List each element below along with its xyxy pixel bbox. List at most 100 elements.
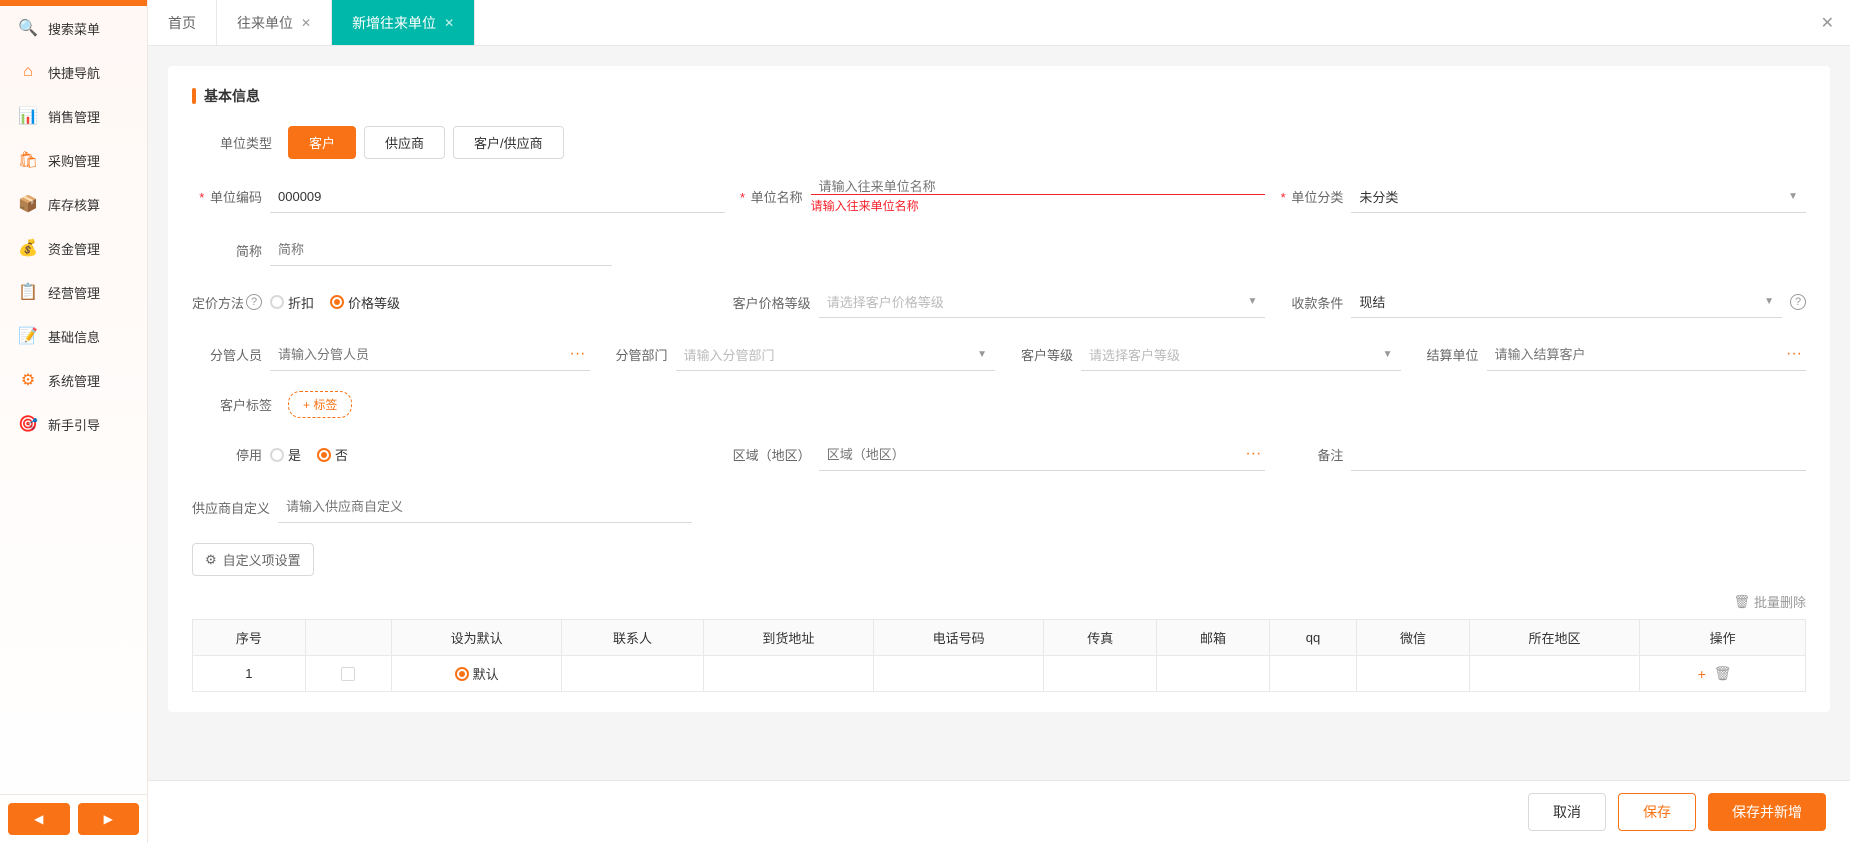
add-tag-btn[interactable]: + 标签 (288, 391, 352, 418)
manager-input[interactable] (270, 338, 566, 370)
radio-price-level[interactable]: 价格等级 (330, 293, 400, 312)
content-area: 基本信息 单位类型 客户 供应商 客户/供应商 * (148, 46, 1850, 780)
settlement-unit-input[interactable] (1487, 338, 1783, 370)
sidebar-item-quick-nav[interactable]: ⌂ 快捷导航 (0, 50, 147, 94)
supplier-custom-label: 供应商自定义 (192, 498, 270, 517)
custom-settings-label: 自定义项设置 (223, 550, 301, 569)
customer-tag-label: 客户标签 (192, 395, 272, 414)
col-checkbox (305, 620, 391, 656)
remark-field: 备注 (1273, 439, 1806, 471)
contact-table: 序号 设为默认 联系人 到货地址 电话号码 传真 邮箱 qq 微信 所在地区 操… (192, 619, 1806, 692)
region-label: 区域（地区） (733, 445, 811, 464)
tab-new-partner[interactable]: 新增往来单位 ✕ (332, 0, 475, 45)
supplier-custom-input[interactable] (278, 491, 692, 523)
payment-terms-arrow: ▼ (1764, 296, 1782, 307)
radio-disable-no[interactable]: 否 (317, 445, 348, 464)
manager-label: 分管人员 (192, 345, 262, 364)
remark-input[interactable] (1351, 439, 1806, 471)
batch-delete-label: 批量删除 (1754, 592, 1806, 611)
row-checkbox-cell (305, 656, 391, 692)
payment-help-icon[interactable]: ? (1790, 294, 1806, 310)
short-name-input[interactable] (270, 234, 612, 266)
cancel-button[interactable]: 取消 (1528, 793, 1606, 831)
sidebar-item-inventory[interactable]: 📦 库存核算 (0, 182, 147, 226)
tab-partners[interactable]: 往来单位 ✕ (217, 0, 332, 45)
save-new-button[interactable]: 保存并新增 (1708, 793, 1826, 831)
disable-label: 停用 (192, 445, 262, 464)
sidebar-item-system[interactable]: ⚙ 系统管理 (0, 358, 147, 402)
sidebar-item-finance[interactable]: 💰 资金管理 (0, 226, 147, 270)
row-add-btn[interactable]: + (1698, 666, 1706, 682)
sidebar-item-purchase[interactable]: 🛍 采购管理 (0, 138, 147, 182)
row-checkbox[interactable] (341, 667, 355, 681)
manager-more-btn[interactable]: ··· (566, 345, 590, 363)
purchase-icon: 🛍 (18, 150, 38, 170)
region-input[interactable] (819, 438, 1242, 470)
radio-price-level-circle (330, 295, 344, 309)
unit-category-select[interactable]: 未分类 ▼ (1351, 181, 1806, 213)
sidebar-item-basic-info[interactable]: 📝 基础信息 (0, 314, 147, 358)
disable-region-row: 停用 是 否 区域（地区） (192, 438, 1806, 471)
customer-tag-row: 客户标签 + 标签 (192, 391, 1806, 418)
radio-disable-yes-circle (270, 448, 284, 462)
pricing-help-icon[interactable]: ? (246, 294, 262, 310)
row-default-radio[interactable]: 默认 (404, 664, 549, 683)
unit-code-input[interactable] (270, 181, 725, 213)
row-delete-btn[interactable]: 🗑 (1714, 665, 1732, 682)
unit-category-star: * (1281, 190, 1286, 205)
sidebar-item-guide[interactable]: 🎯 新手引导 (0, 402, 147, 446)
tab-partners-close[interactable]: ✕ (301, 16, 311, 30)
type-btn-customer[interactable]: 客户 (288, 126, 356, 159)
row-contact (562, 656, 704, 692)
sidebar-item-operation[interactable]: 📋 经营管理 (0, 270, 147, 314)
region-more-btn[interactable]: ··· (1241, 445, 1265, 463)
system-icon: ⚙ (18, 370, 38, 390)
pricing-method-field: 定价方法 ? 折扣 价格等级 (192, 293, 725, 312)
operation-icon: 📋 (18, 282, 38, 302)
save-button[interactable]: 保存 (1618, 793, 1696, 831)
disable-radio-group: 是 否 (270, 445, 348, 464)
unit-name-field: * 单位名称 请输入往来单位名称 (733, 179, 1266, 214)
tab-home[interactable]: 首页 (148, 0, 217, 45)
type-btn-both[interactable]: 客户/供应商 (453, 126, 564, 159)
sidebar-item-purchase-label: 采购管理 (48, 151, 100, 170)
region-input-wrapper: ··· (819, 438, 1266, 471)
main-area: 首页 往来单位 ✕ 新增往来单位 ✕ ✕ 基本信息 单位类型 客户 (148, 0, 1850, 843)
global-close-btn[interactable]: ✕ (1805, 0, 1850, 45)
unit-code-field: * 单位编码 (192, 181, 725, 213)
department-placeholder: 请输入分管部门 (676, 345, 978, 364)
sidebar-item-sales[interactable]: 📊 销售管理 (0, 94, 147, 138)
tab-new-partner-close[interactable]: ✕ (444, 16, 454, 30)
sidebar-item-inventory-label: 库存核算 (48, 195, 100, 214)
tab-new-partner-label: 新增往来单位 (352, 13, 436, 33)
section-title: 基本信息 (192, 86, 1806, 106)
col-fax: 传真 (1044, 620, 1157, 656)
department-select[interactable]: 请输入分管部门 ▼ (676, 339, 996, 371)
unit-name-input[interactable] (811, 179, 1266, 195)
radio-disable-no-circle (317, 448, 331, 462)
radio-disable-yes[interactable]: 是 (270, 445, 301, 464)
footer: 取消 保存 保存并新增 (148, 780, 1850, 843)
payment-terms-select[interactable]: 现结 ▼ (1351, 286, 1782, 318)
row-address (703, 656, 873, 692)
batch-delete-btn[interactable]: 🗑 批量删除 (1733, 592, 1806, 611)
sidebar-item-quick-nav-label: 快捷导航 (48, 63, 100, 82)
settlement-more-btn[interactable]: ··· (1782, 345, 1806, 363)
supplier-custom-field: 供应商自定义 (192, 491, 692, 523)
radio-discount[interactable]: 折扣 (270, 293, 314, 312)
sales-icon: 📊 (18, 106, 38, 126)
manager-input-wrapper: ··· (270, 338, 590, 371)
sidebar-collapse-btn[interactable]: ◀ (8, 803, 70, 835)
sidebar-item-search[interactable]: 🔍 搜索菜单 (0, 6, 147, 50)
type-btn-supplier[interactable]: 供应商 (364, 126, 445, 159)
customer-level-placeholder: 请选择客户等级 (1081, 345, 1383, 364)
settlement-unit-wrapper: ··· (1487, 338, 1807, 371)
settlement-unit-field: 结算单位 ··· (1409, 338, 1807, 371)
type-btn-group: 客户 供应商 客户/供应商 (288, 126, 564, 159)
customer-price-level-select[interactable]: 请选择客户价格等级 ▼ (819, 286, 1266, 318)
custom-settings-btn[interactable]: ⚙ 自定义项设置 (192, 543, 314, 576)
delete-icon: 🗑 (1733, 594, 1750, 610)
sidebar-expand-btn[interactable]: ▶ (78, 803, 140, 835)
short-name-label: 简称 (192, 241, 262, 260)
customer-level-select[interactable]: 请选择客户等级 ▼ (1081, 339, 1401, 371)
